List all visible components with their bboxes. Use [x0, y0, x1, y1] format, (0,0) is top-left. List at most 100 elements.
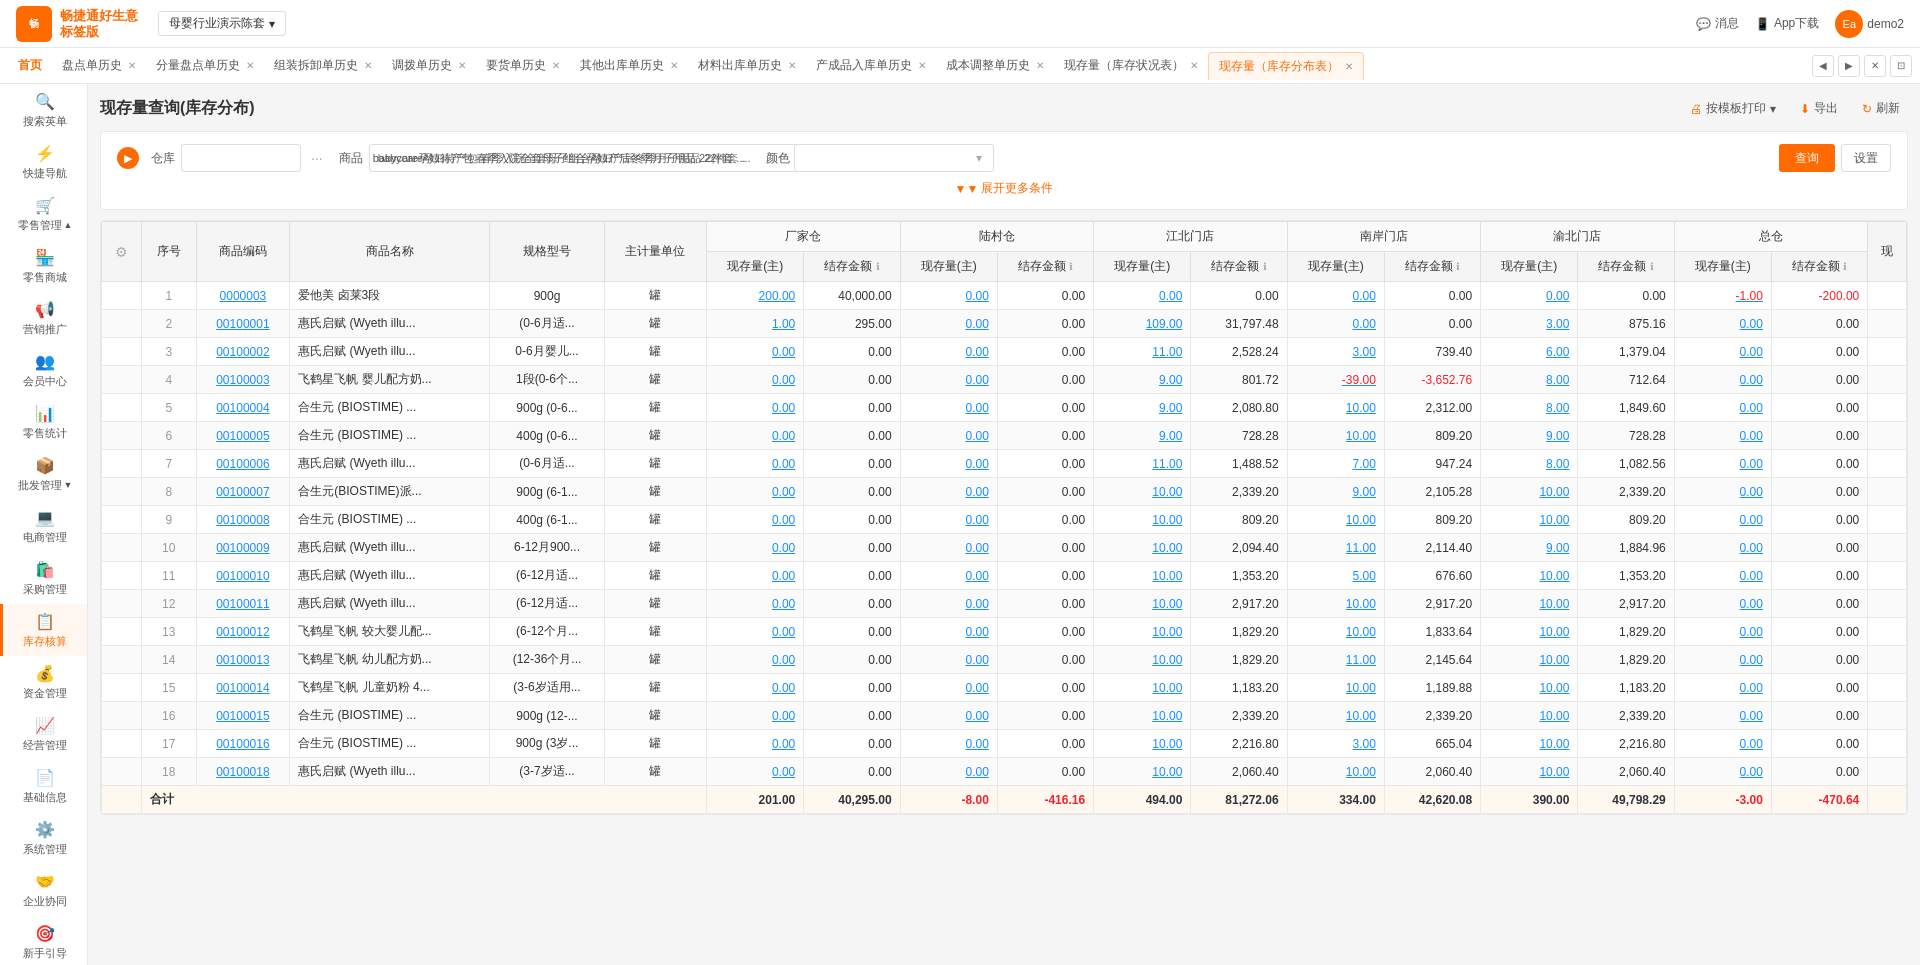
- td-yuubei-qty[interactable]: 9.00: [1481, 534, 1578, 562]
- td-luchen-qty[interactable]: 0.00: [900, 422, 997, 450]
- sidebar-item-member[interactable]: 👥 会员中心: [0, 344, 87, 396]
- sidebar-item-ecommerce[interactable]: 💻 电商管理: [0, 500, 87, 552]
- td-code[interactable]: 0000003: [196, 282, 290, 310]
- td-nanan-qty[interactable]: 10.00: [1287, 506, 1384, 534]
- td-factory-qty[interactable]: 0.00: [707, 506, 804, 534]
- td-jiangbei-qty[interactable]: 10.00: [1094, 506, 1191, 534]
- td-total-qty[interactable]: 0.00: [1674, 590, 1771, 618]
- refresh-btn[interactable]: ↻ 刷新: [1854, 96, 1908, 121]
- td-jiangbei-qty[interactable]: 9.00: [1094, 422, 1191, 450]
- td-factory-qty[interactable]: 0.00: [707, 422, 804, 450]
- td-yuubei-qty[interactable]: 6.00: [1481, 338, 1578, 366]
- td-luchen-qty[interactable]: 0.00: [900, 478, 997, 506]
- td-code[interactable]: 00100008: [196, 506, 290, 534]
- td-nanan-qty[interactable]: 3.00: [1287, 730, 1384, 758]
- td-total-qty[interactable]: 0.00: [1674, 366, 1771, 394]
- td-nanan-qty[interactable]: 0.00: [1287, 282, 1384, 310]
- close-icon[interactable]: ✕: [364, 60, 372, 71]
- settings-icon[interactable]: ⚙: [115, 244, 128, 260]
- warehouse-input[interactable]: [181, 144, 301, 172]
- td-jiangbei-qty[interactable]: 10.00: [1094, 702, 1191, 730]
- tab-next-btn[interactable]: ▶: [1838, 55, 1860, 77]
- td-code[interactable]: 00100018: [196, 758, 290, 786]
- td-yuubei-qty[interactable]: 8.00: [1481, 366, 1578, 394]
- td-yuubei-qty[interactable]: 9.00: [1481, 422, 1578, 450]
- sidebar-item-inventory[interactable]: 📋 库存核算: [0, 604, 87, 656]
- tab-prev-btn[interactable]: ◀: [1812, 55, 1834, 77]
- td-luchen-qty[interactable]: 0.00: [900, 646, 997, 674]
- td-yuubei-qty[interactable]: 10.00: [1481, 618, 1578, 646]
- td-luchen-qty[interactable]: 0.00: [900, 674, 997, 702]
- td-factory-qty[interactable]: 0.00: [707, 534, 804, 562]
- tab-stock-status[interactable]: 现存量（库存状况表） ✕: [1054, 52, 1208, 80]
- tab-product-in[interactable]: 产成品入库单历史 ✕: [806, 52, 936, 80]
- td-jiangbei-qty[interactable]: 10.00: [1094, 758, 1191, 786]
- td-nanan-qty[interactable]: 10.00: [1287, 618, 1384, 646]
- td-code[interactable]: 00100013: [196, 646, 290, 674]
- warehouse-dots-btn[interactable]: ···: [307, 150, 327, 166]
- sidebar-item-system[interactable]: ⚙️ 系统管理: [0, 812, 87, 864]
- td-code[interactable]: 00100006: [196, 450, 290, 478]
- td-jiangbei-qty[interactable]: 10.00: [1094, 674, 1191, 702]
- td-yuubei-qty[interactable]: 10.00: [1481, 674, 1578, 702]
- td-factory-qty[interactable]: 1.00: [707, 310, 804, 338]
- td-jiangbei-qty[interactable]: 9.00: [1094, 394, 1191, 422]
- sidebar-item-finance[interactable]: 💰 资金管理: [0, 656, 87, 708]
- td-jiangbei-qty[interactable]: 109.00: [1094, 310, 1191, 338]
- industry-dropdown[interactable]: 母婴行业演示陈套 ▾: [158, 11, 286, 36]
- td-code[interactable]: 00100005: [196, 422, 290, 450]
- sidebar-item-base-info[interactable]: 📄 基础信息: [0, 760, 87, 812]
- td-yuubei-qty[interactable]: 10.00: [1481, 646, 1578, 674]
- expand-arrow-btn[interactable]: ▶: [117, 147, 139, 169]
- tab-home[interactable]: 首页: [8, 52, 52, 80]
- td-code[interactable]: 00100014: [196, 674, 290, 702]
- nanan-amt-info-icon[interactable]: ℹ: [1456, 261, 1460, 272]
- yuubei-amt-info-icon[interactable]: ℹ: [1650, 261, 1654, 272]
- td-yuubei-qty[interactable]: 10.00: [1481, 478, 1578, 506]
- td-total-qty[interactable]: 0.00: [1674, 422, 1771, 450]
- sidebar-item-retail-shop[interactable]: 🏪 零售商城: [0, 240, 87, 292]
- td-code[interactable]: 00100001: [196, 310, 290, 338]
- factory-amt-info-icon[interactable]: ℹ: [876, 261, 880, 272]
- tab-other-out[interactable]: 其他出库单历史 ✕: [570, 52, 688, 80]
- close-icon[interactable]: ✕: [670, 60, 678, 71]
- td-factory-qty[interactable]: 0.00: [707, 674, 804, 702]
- close-icon[interactable]: ✕: [552, 60, 560, 71]
- td-luchen-qty[interactable]: 0.00: [900, 618, 997, 646]
- close-icon[interactable]: ✕: [128, 60, 136, 71]
- td-total-qty[interactable]: 0.00: [1674, 506, 1771, 534]
- sidebar-item-new-guide[interactable]: 🎯 新手引导: [0, 916, 87, 965]
- td-total-qty[interactable]: 0.00: [1674, 674, 1771, 702]
- app-download-btn[interactable]: 📱 App下载: [1755, 15, 1819, 32]
- td-luchen-qty[interactable]: 0.00: [900, 394, 997, 422]
- tab-material-out[interactable]: 材料出库单历史 ✕: [688, 52, 806, 80]
- td-yuubei-qty[interactable]: 10.00: [1481, 758, 1578, 786]
- tab-cost-adjust[interactable]: 成本调整单历史 ✕: [936, 52, 1054, 80]
- td-factory-qty[interactable]: 0.00: [707, 366, 804, 394]
- sidebar-item-wholesale[interactable]: 📦 批发管理 ▼: [0, 448, 87, 500]
- td-yuubei-qty[interactable]: 0.00: [1481, 282, 1578, 310]
- sidebar-item-search[interactable]: 🔍 搜索英单: [0, 84, 87, 136]
- sidebar-item-purchase[interactable]: 🛍️ 采购管理: [0, 552, 87, 604]
- td-total-qty[interactable]: 0.00: [1674, 310, 1771, 338]
- td-factory-qty[interactable]: 0.00: [707, 478, 804, 506]
- td-factory-qty[interactable]: 0.00: [707, 562, 804, 590]
- td-jiangbei-qty[interactable]: 0.00: [1094, 282, 1191, 310]
- td-jiangbei-qty[interactable]: 10.00: [1094, 618, 1191, 646]
- td-nanan-qty[interactable]: 5.00: [1287, 562, 1384, 590]
- td-jiangbei-qty[interactable]: 9.00: [1094, 366, 1191, 394]
- tab-inventory2[interactable]: 分量盘点单历史 ✕: [146, 52, 264, 80]
- td-nanan-qty[interactable]: 10.00: [1287, 394, 1384, 422]
- td-nanan-qty[interactable]: 0.00: [1287, 310, 1384, 338]
- td-code[interactable]: 00100010: [196, 562, 290, 590]
- td-luchen-qty[interactable]: 0.00: [900, 730, 997, 758]
- td-luchen-qty[interactable]: 0.00: [900, 758, 997, 786]
- td-factory-qty[interactable]: 0.00: [707, 646, 804, 674]
- tab-demand[interactable]: 要货单历史 ✕: [476, 52, 570, 80]
- td-nanan-qty[interactable]: 10.00: [1287, 674, 1384, 702]
- td-nanan-qty[interactable]: -39.00: [1287, 366, 1384, 394]
- close-icon[interactable]: ✕: [1190, 60, 1198, 71]
- sidebar-item-retail-mgmt[interactable]: 🛒 零售管理 ▲: [0, 188, 87, 240]
- close-icon[interactable]: ✕: [788, 60, 796, 71]
- close-icon[interactable]: ✕: [1345, 61, 1353, 72]
